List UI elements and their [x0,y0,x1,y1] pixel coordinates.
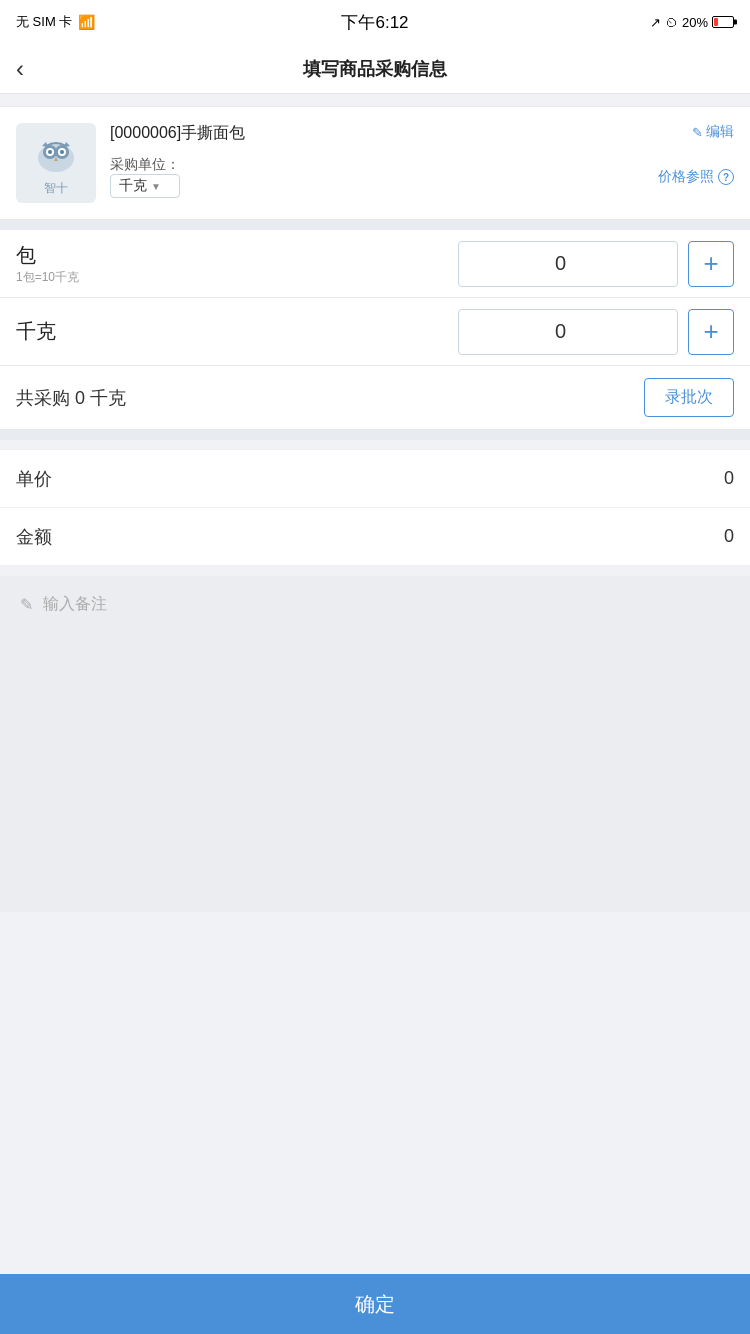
info-icon: ? [718,169,734,185]
kg-quantity-input[interactable] [458,309,678,355]
carrier-label: 无 SIM 卡 [16,13,72,31]
product-unit-row: 采购单位： 千克 ▼ 价格参照 ? [110,156,734,198]
product-card: 智十 [0000006]手撕面包 ✎ 编辑 采购单位： 千克 ▼ 价格参照 ? [0,106,750,220]
status-bar: 无 SIM 卡 📶 下午6:12 ↗ ⏲ 20% [0,0,750,44]
separator-1 [0,220,750,230]
summary-row: 共采购 0 千克 录批次 [0,366,750,430]
bao-quantity-input[interactable] [458,241,678,287]
owl-logo [32,130,80,178]
unit-price-value: 0 [724,468,734,489]
bao-input-row: 包 1包=10千克 + [0,230,750,298]
product-image: 智十 [16,123,96,203]
battery-pct: 20% [682,15,708,30]
info-section: 单价 0 金额 0 [0,450,750,566]
product-image-inner: 智十 [32,130,80,197]
amount-value: 0 [724,526,734,547]
svg-point-6 [60,150,64,154]
edit-button[interactable]: ✎ 编辑 [692,123,734,141]
note-placeholder: 输入备注 [43,594,107,615]
alarm-icon: ⏲ [665,15,678,30]
confirm-button-label: 确定 [355,1291,395,1318]
status-left: 无 SIM 卡 📶 [16,13,95,31]
status-right: ↗ ⏲ 20% [650,15,734,30]
kg-input-row: 千克 + [0,298,750,366]
unit-label: 采购单位： 千克 ▼ [110,156,180,198]
status-time: 下午6:12 [341,11,408,34]
product-header: [0000006]手撕面包 ✎ 编辑 [110,123,734,144]
edit-icon: ✎ [692,125,703,140]
svg-point-5 [48,150,52,154]
unit-price-row: 单价 0 [0,450,750,508]
bao-label: 包 1包=10千克 [16,242,96,286]
bao-plus-button[interactable]: + [688,241,734,287]
kg-plus-button[interactable]: + [688,309,734,355]
location-icon: ↗ [650,15,661,30]
summary-text: 共采购 0 千克 [16,386,126,410]
brand-label: 智十 [44,180,68,197]
pencil-icon: ✎ [20,595,33,614]
battery-indicator [712,16,734,28]
page-title: 填写商品采购信息 [303,57,447,81]
bao-input-right: + [96,241,734,287]
input-section: 包 1包=10千克 + 千克 + [0,230,750,366]
amount-label: 金额 [16,525,52,549]
note-section[interactable]: ✎ 输入备注 [0,576,750,632]
kg-input-right: + [96,309,734,355]
battery-bar [712,16,734,28]
battery-fill [714,18,718,26]
nav-bar: ‹ 填写商品采购信息 [0,44,750,94]
unit-select-btn[interactable]: 千克 ▼ [110,174,180,198]
separator-2 [0,430,750,440]
product-info: [0000006]手撕面包 ✎ 编辑 采购单位： 千克 ▼ 价格参照 ? [110,123,734,198]
amount-row: 金额 0 [0,508,750,566]
total-amount: 0 [75,388,85,408]
batch-button[interactable]: 录批次 [644,378,734,417]
bottom-space [0,632,750,912]
wifi-icon: 📶 [78,14,95,30]
confirm-button[interactable]: 确定 [0,1274,750,1334]
price-ref-button[interactable]: 价格参照 ? [658,168,734,186]
unit-price-label: 单价 [16,467,52,491]
back-button[interactable]: ‹ [16,51,32,87]
kg-label: 千克 [16,318,96,345]
product-name: [0000006]手撕面包 [110,123,245,144]
chevron-down-icon: ▼ [151,181,161,192]
